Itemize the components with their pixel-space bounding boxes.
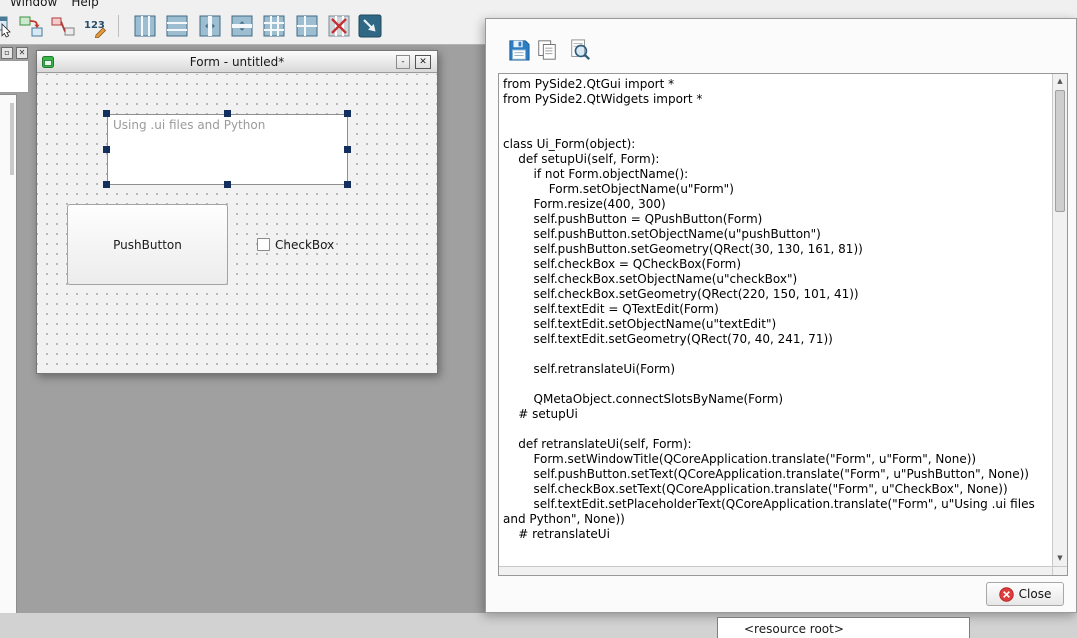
code-line: # setupUi (503, 407, 1052, 422)
code-line: # retranslateUi (503, 527, 1052, 542)
lay-out-horizontally-icon[interactable] (131, 12, 159, 40)
code-line: Form.setWindowTitle(QCoreApplication.tra… (503, 452, 1052, 467)
form-window-titlebar[interactable]: Form - untitled* - ✕ (37, 51, 437, 73)
scroll-up-arrow-icon[interactable]: ▲ (1053, 75, 1067, 88)
code-line: class Ui_Form(object): (503, 137, 1052, 152)
scrollbar-corner (1052, 566, 1067, 575)
code-line: self.retranslateUi(Form) (503, 362, 1052, 377)
resource-browser-fragment: <resource root> (717, 617, 970, 638)
code-preview-dialog: from PySide2.QtGui import * from PySide2… (485, 18, 1077, 613)
edit-buddies-icon[interactable] (49, 12, 77, 40)
resource-root-item[interactable]: <resource root> (718, 620, 969, 637)
selection-handle-bottom-right[interactable] (344, 181, 351, 188)
code-line: self.pushButton.setText(QCoreApplication… (503, 467, 1052, 482)
qt-designer-window: Window Help (0, 0, 1077, 638)
find-icon[interactable] (567, 37, 593, 63)
code-line: Form.resize(400, 300) (503, 197, 1052, 212)
code-line: self.textEdit.setObjectName(u"textEdit") (503, 317, 1052, 332)
code-line: def setupUi(self, Form): (503, 152, 1052, 167)
form-layout-icon[interactable] (293, 12, 321, 40)
menu-window[interactable]: Window (10, 0, 57, 9)
textedit-widget[interactable]: Using .ui files and Python (107, 114, 348, 185)
resource-root-label: <resource root> (744, 622, 844, 636)
adjust-size-icon[interactable] (356, 12, 384, 40)
form-designer-window: Form - untitled* - ✕ Using .ui files and… (36, 50, 438, 374)
menu-bar: Window Help (0, 0, 1077, 9)
form-canvas[interactable]: Using .ui files and Python PushButton Ch… (37, 74, 437, 373)
selection-handle-middle-right[interactable] (344, 146, 351, 153)
pushbutton-widget[interactable]: PushButton (67, 204, 228, 285)
code-line: and Python", None)) (503, 512, 1052, 527)
selection-handle-top-left[interactable] (103, 110, 110, 117)
code-text: from PySide2.QtGui import * from PySide2… (499, 74, 1052, 566)
code-line: from PySide2.QtGui import * (503, 77, 1052, 92)
selection-handle-bottom-center[interactable] (224, 181, 231, 188)
lay-out-vertically-icon[interactable] (163, 12, 191, 40)
code-line (503, 422, 1052, 437)
checkbox-widget[interactable]: CheckBox (257, 224, 358, 265)
edit-widgets-glyph (0, 14, 13, 38)
code-line: QMetaObject.connectSlotsByName(Form) (503, 392, 1052, 407)
checkbox-label: CheckBox (275, 238, 334, 252)
selection-handle-top-center[interactable] (224, 110, 231, 117)
selection-handle-bottom-left[interactable] (103, 181, 110, 188)
save-icon[interactable] (506, 37, 532, 63)
minimize-button[interactable]: - (396, 55, 410, 69)
code-line: self.checkBox.setText(QCoreApplication.t… (503, 482, 1052, 497)
selection-handle-top-right[interactable] (344, 110, 351, 117)
code-line: self.checkBox.setObjectName(u"checkBox") (503, 272, 1052, 287)
code-line: Form.setObjectName(u"Form") (503, 182, 1052, 197)
code-line: self.checkBox = QCheckBox(Form) (503, 257, 1052, 272)
textedit-placeholder: Using .ui files and Python (113, 118, 265, 132)
code-line: self.textEdit.setPlaceholderText(QCoreAp… (503, 497, 1052, 512)
close-window-button[interactable]: ✕ (415, 55, 431, 69)
code-line: self.pushButton = QPushButton(Form) (503, 212, 1052, 227)
scrollbar-thumb[interactable] (1055, 90, 1065, 212)
code-line (503, 347, 1052, 362)
dock-float-button[interactable]: ▫ (1, 47, 13, 59)
selection-handle-middle-left[interactable] (103, 146, 110, 153)
form-window-title: Form - untitled* (37, 51, 437, 73)
grid-layout-icon[interactable] (260, 12, 288, 40)
break-layout-icon[interactable] (325, 12, 353, 40)
close-icon (999, 587, 1014, 602)
dock-close-button[interactable]: ✕ (16, 47, 28, 59)
copy-icon[interactable] (534, 37, 560, 63)
code-line: if not Form.objectName(): (503, 167, 1052, 182)
code-line (503, 377, 1052, 392)
code-line: self.checkBox.setGeometry(QRect(220, 150… (503, 287, 1052, 302)
code-line: def retranslateUi(self, Form): (503, 437, 1052, 452)
code-line (503, 107, 1052, 122)
code-line: from PySide2.QtWidgets import * (503, 92, 1052, 107)
code-line: self.pushButton.setGeometry(QRect(30, 13… (503, 242, 1052, 257)
scroll-down-arrow-icon[interactable]: ▼ (1053, 552, 1067, 565)
widget-box-panel-fragment (0, 94, 17, 613)
splitter-vertical-icon[interactable] (228, 12, 256, 40)
edit-tab-order-icon[interactable]: 123 (81, 12, 109, 40)
code-line: self.textEdit = QTextEdit(Form) (503, 302, 1052, 317)
checkbox-indicator[interactable] (257, 238, 270, 251)
edit-signals-slots-icon[interactable] (17, 12, 45, 40)
code-horizontal-scrollbar[interactable] (499, 566, 1052, 575)
edit-widgets-icon[interactable] (0, 12, 14, 40)
widget-box-scrollbar-thumb[interactable] (10, 103, 14, 175)
close-button-label: Close (1019, 587, 1052, 601)
code-line: self.textEdit.setGeometry(QRect(70, 40, … (503, 332, 1052, 347)
code-line (503, 122, 1052, 137)
code-line: self.pushButton.setObjectName(u"pushButt… (503, 227, 1052, 242)
close-dialog-button[interactable]: Close (986, 582, 1064, 606)
toolbar-separator (118, 15, 119, 37)
menu-help[interactable]: Help (71, 0, 98, 9)
widget-filter-fragment[interactable] (0, 60, 29, 93)
code-vertical-scrollbar[interactable]: ▲ ▼ (1052, 74, 1067, 566)
code-view[interactable]: from PySide2.QtGui import * from PySide2… (498, 73, 1068, 576)
splitter-horizontal-icon[interactable] (196, 12, 224, 40)
